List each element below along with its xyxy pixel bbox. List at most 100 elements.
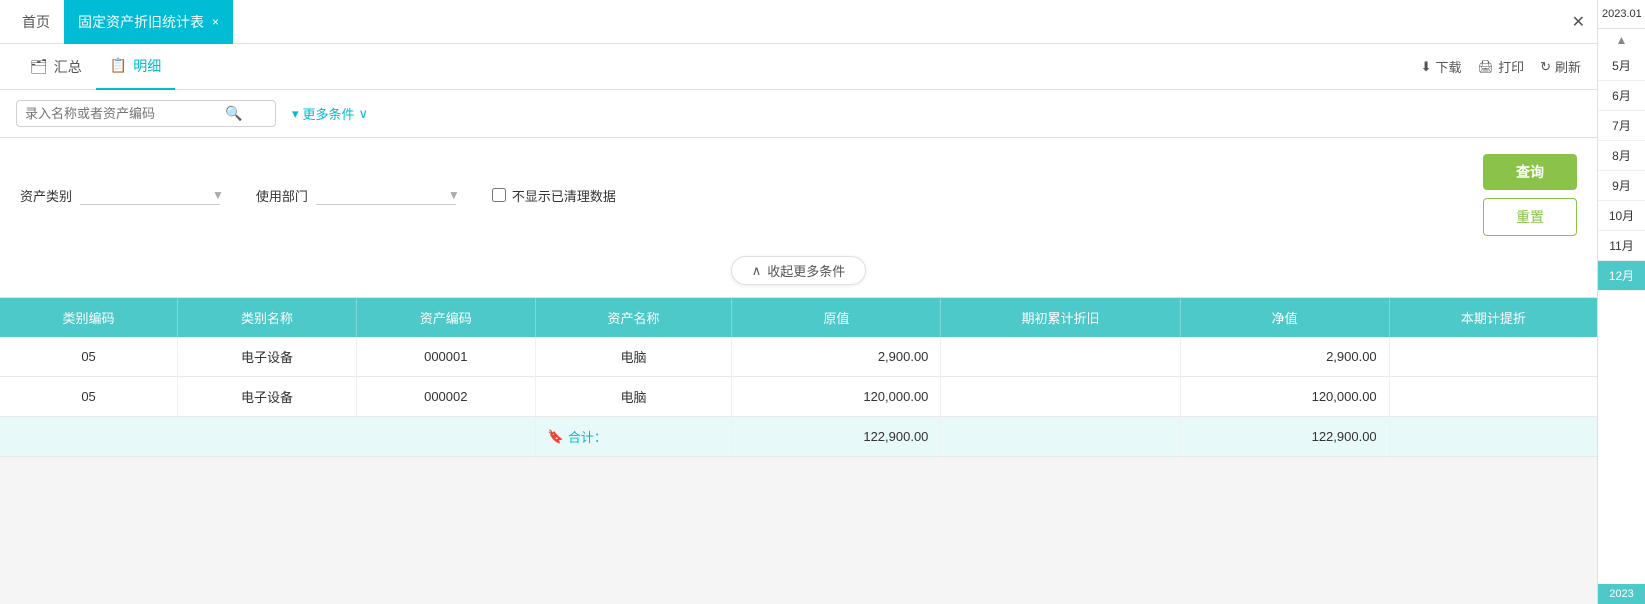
asset-category-label: 资产类别 (20, 186, 72, 205)
search-icon: 🔍 (225, 105, 242, 122)
download-icon: ⬇ (1421, 59, 1432, 75)
table-row: 05 电子设备 000002 电脑 120,000.00 120,000.00 (0, 377, 1597, 417)
tab-detail-label: 明细 (133, 56, 161, 76)
more-conditions-button[interactable]: ▾ 更多条件 ∨ (292, 104, 368, 123)
collapse-more-button[interactable]: ∧ 收起更多条件 (731, 256, 867, 285)
tab-detail[interactable]: 📋 明细 (96, 44, 175, 90)
tab-title: 固定资产折旧统计表 (78, 12, 204, 32)
tabbar: 🗂 汇总 📋 明细 ⬇ 下载 🖨 打印 ↻ 刷新 (0, 44, 1597, 90)
cell-asset-name: 电脑 (535, 377, 732, 417)
sidebar-month[interactable]: 7月 (1598, 111, 1645, 141)
table-row: 05 电子设备 000001 电脑 2,900.00 2,900.00 (0, 337, 1597, 377)
print-label: 打印 (1498, 57, 1524, 76)
summary-icon: 🗂 (30, 58, 48, 75)
cell-asset-code: 000002 (356, 377, 535, 417)
hide-cleared-label: 不显示已清理数据 (512, 186, 616, 205)
cell-net-value: 2,900.00 (1180, 337, 1389, 377)
total-original-value: 122,900.00 (732, 417, 941, 457)
cell-accumulated-depreciation (941, 337, 1180, 377)
filter-row: 资产类别 ▼ 使用部门 ▼ 不显示已清理数据 查询 重置 (20, 154, 1577, 236)
cell-current-depreciation (1389, 377, 1597, 417)
total-label-cell: 🔖 合计： (536, 417, 732, 456)
total-current-depreciation (1389, 417, 1597, 457)
tabbar-actions: ⬇ 下载 🖨 打印 ↻ 刷新 (1421, 57, 1581, 76)
department-field: 使用部门 ▼ (256, 185, 460, 205)
query-button[interactable]: 查询 (1483, 154, 1577, 190)
sidebar-month[interactable]: 11月 (1598, 231, 1645, 261)
cell-net-value: 120,000.00 (1180, 377, 1389, 417)
col-current-depreciation: 本期计提折 (1389, 298, 1597, 337)
collapse-more-label: 收起更多条件 (767, 261, 845, 280)
detail-icon: 📋 (110, 57, 127, 74)
department-select[interactable] (316, 185, 456, 205)
total-accumulated-depreciation (941, 417, 1180, 457)
data-table: 类别编码 类别名称 资产编码 资产名称 原值 期初累计折旧 净值 本期计提折 0… (0, 298, 1597, 457)
cell-current-depreciation (1389, 337, 1597, 377)
col-original-value: 原值 (732, 298, 941, 337)
tab-summary-label: 汇总 (54, 57, 82, 77)
window-close-button[interactable]: ✕ (1572, 12, 1585, 32)
sidebar-months: 5月6月7月8月9月10月11月12月 (1598, 51, 1645, 584)
home-tab[interactable]: 首页 (12, 12, 60, 32)
table-total-row: 🔖 合计： 122,900.00 122,900.00 (0, 417, 1597, 457)
filter-actions: 查询 重置 (1483, 154, 1577, 236)
cell-category-name: 电子设备 (178, 337, 357, 377)
refresh-button[interactable]: ↻ 刷新 (1540, 57, 1581, 76)
total-icon-cell (0, 417, 535, 457)
sidebar-month[interactable]: 8月 (1598, 141, 1645, 171)
total-net-value: 122,900.00 (1180, 417, 1389, 457)
filter-icon: ▾ (292, 106, 299, 122)
reset-button[interactable]: 重置 (1483, 198, 1577, 236)
data-table-wrap: 类别编码 类别名称 资产编码 资产名称 原值 期初累计折旧 净值 本期计提折 0… (0, 298, 1597, 604)
download-label: 下载 (1436, 57, 1462, 76)
total-icon: 🔖 (548, 429, 564, 445)
col-accumulated-depreciation: 期初累计折旧 (941, 298, 1180, 337)
sidebar-month[interactable]: 6月 (1598, 81, 1645, 111)
col-category-name: 类别名称 (178, 298, 357, 337)
cell-category-name: 电子设备 (178, 377, 357, 417)
hide-cleared-checkbox[interactable] (492, 188, 506, 202)
sidebar-scroll-up-button[interactable]: ▲ (1598, 29, 1645, 51)
col-category-code: 类别编码 (0, 298, 178, 337)
cell-original-value: 2,900.00 (732, 337, 941, 377)
cell-asset-name: 电脑 (535, 337, 732, 377)
sidebar-month[interactable]: 12月 (1598, 261, 1645, 291)
sidebar-month[interactable]: 5月 (1598, 51, 1645, 81)
refresh-icon: ↻ (1540, 59, 1551, 75)
sidebar-month[interactable]: 9月 (1598, 171, 1645, 201)
col-asset-code: 资产编码 (356, 298, 535, 337)
filter-panel: 资产类别 ▼ 使用部门 ▼ 不显示已清理数据 查询 重置 (0, 138, 1597, 298)
asset-category-select[interactable] (80, 185, 220, 205)
col-net-value: 净值 (1180, 298, 1389, 337)
cell-asset-code: 000001 (356, 337, 535, 377)
cell-category-code: 05 (0, 337, 178, 377)
col-asset-name: 资产名称 (535, 298, 732, 337)
cell-accumulated-depreciation (941, 377, 1180, 417)
cell-original-value: 120,000.00 (732, 377, 941, 417)
sidebar-month[interactable]: 10月 (1598, 201, 1645, 231)
topnav: 首页 固定资产折旧统计表 × ✕ (0, 0, 1597, 44)
sidebar-year-badge: 2023 (1598, 584, 1645, 604)
print-button[interactable]: 🖨 打印 (1478, 57, 1525, 76)
department-label: 使用部门 (256, 186, 308, 205)
more-conditions-label: 更多条件 (303, 104, 355, 123)
asset-category-field: 资产类别 ▼ (20, 185, 224, 205)
date-sidebar: 2023.01 ▲ 5月6月7月8月9月10月11月12月 2023 (1597, 0, 1645, 604)
print-icon: 🖨 (1478, 59, 1495, 75)
collapse-more: ∧ 收起更多条件 (20, 248, 1577, 289)
chevron-up-icon: ∧ (752, 263, 762, 279)
hide-cleared-field: 不显示已清理数据 (492, 186, 616, 205)
search-input-wrap[interactable]: 🔍 (16, 100, 276, 127)
cell-category-code: 05 (0, 377, 178, 417)
total-label: 合计： (568, 427, 607, 446)
refresh-label: 刷新 (1555, 57, 1581, 76)
download-button[interactable]: ⬇ 下载 (1421, 57, 1462, 76)
sidebar-date-label: 2023.01 (1598, 0, 1645, 29)
table-header-row: 类别编码 类别名称 资产编码 资产名称 原值 期初累计折旧 净值 本期计提折 (0, 298, 1597, 337)
searchbar: 🔍 ▾ 更多条件 ∨ (0, 90, 1597, 138)
tab-close-button[interactable]: × (212, 15, 219, 29)
tab-summary[interactable]: 🗂 汇总 (16, 44, 96, 90)
search-input[interactable] (25, 106, 225, 121)
chevron-down-icon: ∨ (359, 106, 369, 122)
active-tab[interactable]: 固定资产折旧统计表 × (64, 0, 233, 44)
